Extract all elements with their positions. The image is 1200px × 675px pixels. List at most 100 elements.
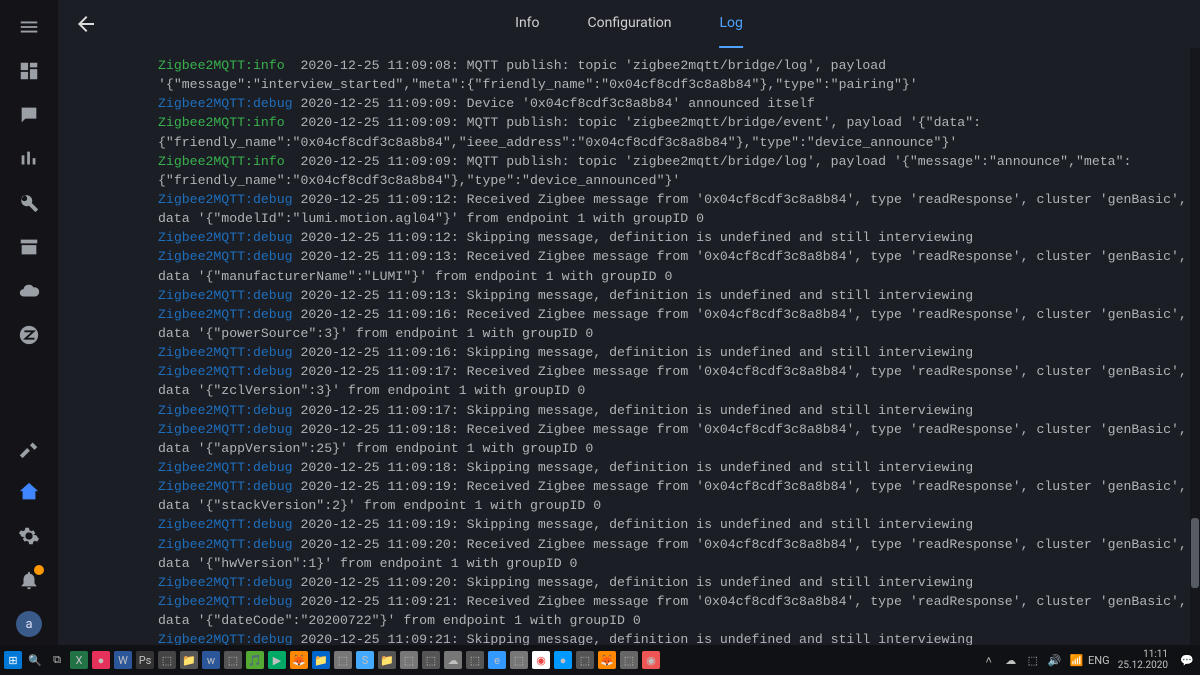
app-icon[interactable]: 📁	[378, 651, 396, 669]
app-icon[interactable]: e	[488, 651, 506, 669]
log-level-debug: Zigbee2MQTT:debug	[158, 537, 293, 552]
app-icon[interactable]: ⬚	[158, 651, 176, 669]
wrench-icon[interactable]	[16, 190, 42, 216]
chart-icon[interactable]	[16, 146, 42, 172]
tray-icon[interactable]: 🔊	[1046, 651, 1064, 669]
taskbar-time: 11:11	[1118, 649, 1168, 660]
menu-icon[interactable]	[16, 14, 42, 40]
log-level-debug: Zigbee2MQTT:debug	[158, 632, 293, 645]
app-icon[interactable]: ⬚	[224, 651, 242, 669]
app-icon[interactable]: 📁	[180, 651, 198, 669]
app-icon[interactable]: Ps	[136, 651, 154, 669]
tray-icon[interactable]: ☁	[1002, 651, 1020, 669]
app-icon[interactable]: ⬚	[510, 651, 528, 669]
main-content: Info Configuration Log Zigbee2MQTT:info …	[58, 0, 1200, 645]
log-line: Zigbee2MQTT:debug 2020-12-25 11:09:21: R…	[158, 592, 1190, 630]
tray-chevron-icon[interactable]: ˄	[980, 651, 998, 669]
log-level-debug: Zigbee2MQTT:debug	[158, 307, 293, 322]
log-level-debug: Zigbee2MQTT:debug	[158, 517, 293, 532]
log-output[interactable]: Zigbee2MQTT:info 2020-12-25 11:09:08: MQ…	[58, 48, 1200, 645]
cloud-icon[interactable]	[16, 278, 42, 304]
zigbee-icon[interactable]	[16, 322, 42, 348]
log-level-debug: Zigbee2MQTT:debug	[158, 594, 293, 609]
log-level-debug: Zigbee2MQTT:debug	[158, 422, 293, 437]
tray-icon[interactable]: ⬚	[1024, 651, 1042, 669]
log-level-debug: Zigbee2MQTT:debug	[158, 192, 293, 207]
tray-lang[interactable]: ENG	[1090, 651, 1108, 669]
app-icon[interactable]: ⬚	[466, 651, 484, 669]
avatar[interactable]: a	[16, 611, 42, 637]
app-icon[interactable]: S	[356, 651, 374, 669]
log-level-debug: Zigbee2MQTT:debug	[158, 288, 293, 303]
scrollbar-thumb[interactable]	[1191, 518, 1199, 588]
taskbar-clock[interactable]: 11:11 25.12.2020	[1112, 649, 1174, 671]
app-icon[interactable]: ◉	[642, 651, 660, 669]
log-level-info: Zigbee2MQTT:info	[158, 58, 293, 73]
store-icon[interactable]	[16, 234, 42, 260]
log-line: Zigbee2MQTT:debug 2020-12-25 11:09:20: S…	[158, 573, 1190, 592]
log-level-debug: Zigbee2MQTT:debug	[158, 460, 293, 475]
app-icon[interactable]: ⬚	[334, 651, 352, 669]
log-line: Zigbee2MQTT:info 2020-12-25 11:09:08: MQ…	[158, 56, 1190, 94]
app-icon[interactable]: 🦊	[290, 651, 308, 669]
taskview-icon[interactable]: ⧉	[48, 651, 66, 669]
tab-info[interactable]: Info	[515, 0, 539, 48]
log-line: Zigbee2MQTT:debug 2020-12-25 11:09:12: R…	[158, 190, 1190, 228]
log-line: Zigbee2MQTT:debug 2020-12-25 11:09:12: S…	[158, 228, 1190, 247]
log-text: 2020-12-25 11:09:16: Received Zigbee mes…	[158, 307, 1195, 341]
back-button[interactable]	[74, 12, 98, 36]
log-line: Zigbee2MQTT:debug 2020-12-25 11:09:16: S…	[158, 343, 1190, 362]
log-text: 2020-12-25 11:09:16: Skipping message, d…	[293, 345, 974, 360]
log-level-debug: Zigbee2MQTT:debug	[158, 249, 293, 264]
tabs: Info Configuration Log	[515, 0, 743, 48]
app-icon[interactable]: ☁	[444, 651, 462, 669]
log-level-debug: Zigbee2MQTT:debug	[158, 364, 293, 379]
log-text: 2020-12-25 11:09:21: Received Zigbee mes…	[158, 594, 1195, 628]
log-text: 2020-12-25 11:09:17: Skipping message, d…	[293, 403, 974, 418]
scrollbar[interactable]	[1190, 48, 1200, 645]
app-icon[interactable]: ●	[92, 651, 110, 669]
action-center-icon[interactable]: 💬	[1178, 651, 1196, 669]
log-level-debug: Zigbee2MQTT:debug	[158, 575, 293, 590]
app-icon[interactable]: ⬚	[576, 651, 594, 669]
log-level-debug: Zigbee2MQTT:debug	[158, 230, 293, 245]
app-icon[interactable]: 📁	[312, 651, 330, 669]
log-text: 2020-12-25 11:09:09: MQTT publish: topic…	[158, 154, 1131, 188]
log-text: 2020-12-25 11:09:13: Received Zigbee mes…	[158, 249, 1195, 283]
app-icon[interactable]: ●	[554, 651, 572, 669]
app-icon[interactable]: ⬚	[400, 651, 418, 669]
app-icon[interactable]: W	[114, 651, 132, 669]
log-text: 2020-12-25 11:09:20: Received Zigbee mes…	[158, 537, 1195, 571]
tray-icon[interactable]: 📶	[1068, 651, 1086, 669]
dashboard-icon[interactable]	[16, 58, 42, 84]
search-icon[interactable]: 🔍	[26, 651, 44, 669]
app-icon[interactable]: X	[70, 651, 88, 669]
log-text: 2020-12-25 11:09:13: Skipping message, d…	[293, 288, 974, 303]
hammer-icon[interactable]	[16, 435, 42, 461]
app-icon[interactable]: ▶	[268, 651, 286, 669]
log-text: 2020-12-25 11:09:09: Device '0x04cf8cdf3…	[293, 96, 815, 111]
app-icon[interactable]: w	[202, 651, 220, 669]
log-line: Zigbee2MQTT:debug 2020-12-25 11:09:13: R…	[158, 247, 1190, 285]
app-icon[interactable]: ⬚	[620, 651, 638, 669]
tab-configuration[interactable]: Configuration	[588, 0, 672, 48]
start-icon[interactable]: ⊞	[4, 651, 22, 669]
log-text: 2020-12-25 11:09:18: Skipping message, d…	[293, 460, 974, 475]
log-text: 2020-12-25 11:09:20: Skipping message, d…	[293, 575, 974, 590]
person-icon[interactable]	[16, 102, 42, 128]
tab-log[interactable]: Log	[719, 0, 742, 48]
notifications-icon[interactable]	[16, 567, 42, 593]
app-icon[interactable]: ◉	[532, 651, 550, 669]
app-icon[interactable]: 🦊	[598, 651, 616, 669]
app-icon[interactable]: ⬚	[422, 651, 440, 669]
settings-icon[interactable]	[16, 523, 42, 549]
log-line: Zigbee2MQTT:debug 2020-12-25 11:09:18: S…	[158, 458, 1190, 477]
log-line: Zigbee2MQTT:info 2020-12-25 11:09:09: MQ…	[158, 113, 1190, 151]
app-icon[interactable]: 🎵	[246, 651, 264, 669]
log-text: 2020-12-25 11:09:21: Skipping message, d…	[293, 632, 974, 645]
log-text: 2020-12-25 11:09:18: Received Zigbee mes…	[158, 422, 1195, 456]
log-level-debug: Zigbee2MQTT:debug	[158, 345, 293, 360]
home-assistant-icon[interactable]	[16, 479, 42, 505]
log-text: 2020-12-25 11:09:19: Skipping message, d…	[293, 517, 974, 532]
log-level-info: Zigbee2MQTT:info	[158, 115, 293, 130]
